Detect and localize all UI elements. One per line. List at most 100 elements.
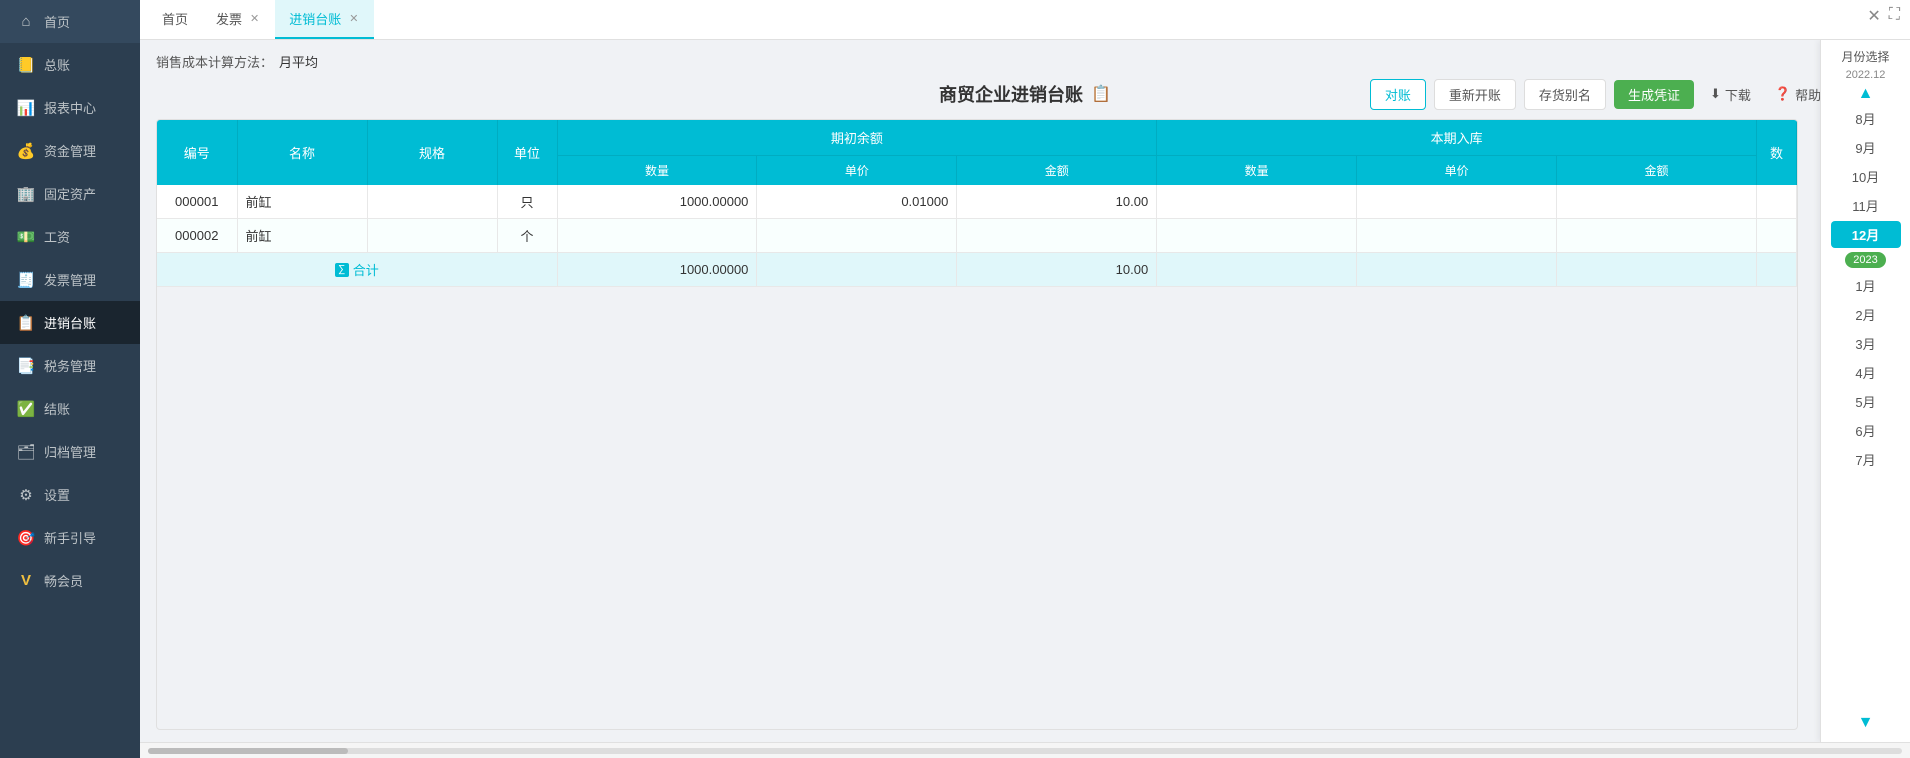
maximize-button[interactable]: ⛶	[1889, 6, 1900, 26]
cell-open-qty-1	[557, 219, 757, 253]
generate-voucher-button[interactable]: 生成凭证	[1614, 80, 1694, 109]
cell-name-1: 前缸	[237, 219, 367, 253]
col-unit: 单位	[497, 120, 557, 185]
stock-table: 编号 名称 规格 单位 期初余额 本期入库 数 数量 单价 金额 数量 单价	[157, 120, 1797, 287]
reopen-button[interactable]: 重新开账	[1434, 79, 1516, 110]
tab-bar: 首页 发票 ✕ 进销台账 ✕	[140, 0, 1910, 40]
main-area: 首页 发票 ✕ 进销台账 ✕ 销售成本计算方法： 月平均 商贸企业进销台账 📋 …	[140, 0, 1910, 758]
tab-invoice-close[interactable]: ✕	[248, 12, 261, 25]
cell-open-price-0: 0.01000	[757, 185, 957, 219]
info-bar: 销售成本计算方法： 月平均	[156, 52, 1894, 71]
salary-icon: 💵	[16, 228, 36, 246]
cell-name-0: 前缸	[237, 185, 367, 219]
sidebar-item-home[interactable]: ⌂ 首页	[0, 0, 140, 43]
col-in-qty: 数量	[1157, 156, 1357, 186]
sidebar-item-archive[interactable]: 🗂 归档管理	[0, 430, 140, 473]
sidebar-item-closing[interactable]: ✅ 结账	[0, 387, 140, 430]
col-open-qty: 数量	[557, 156, 757, 186]
tax-icon: 📑	[16, 357, 36, 375]
sidebar-item-salary[interactable]: 💵 工资	[0, 215, 140, 258]
month-item-12[interactable]: 12月	[1831, 221, 1901, 248]
tab-stock-ledger-close[interactable]: ✕	[347, 12, 360, 25]
cell-in-price-1	[1357, 219, 1557, 253]
cost-method-label: 销售成本计算方法：	[156, 52, 273, 71]
stock-ledger-icon: 📋	[16, 314, 36, 332]
save-alias-button[interactable]: 存货别名	[1524, 79, 1606, 110]
tab-home[interactable]: 首页	[148, 0, 202, 39]
tab-stock-ledger[interactable]: 进销台账 ✕	[275, 0, 374, 39]
cost-method-value: 月平均	[279, 52, 318, 71]
title-bar: 商贸企业进销台账 📋 对账 重新开账 存货别名 生成凭证 ⬇ 下载 ❓ 帮助 ↻	[156, 81, 1894, 107]
sidebar-item-stock-ledger[interactable]: 📋 进销台账	[0, 301, 140, 344]
col-group-inbound: 本期入库	[1157, 120, 1757, 156]
month-item-11[interactable]: 11月	[1831, 192, 1901, 219]
sidebar-item-funds[interactable]: 💰 资金管理	[0, 129, 140, 172]
summary-in-price	[1357, 253, 1557, 287]
scrollbar-thumb[interactable]	[148, 748, 348, 754]
summary-in-amount	[1557, 253, 1757, 287]
month-item-10[interactable]: 10月	[1831, 163, 1901, 190]
month-list: 8月 9月 10月 11月 12月 2023 1月 2月 3月 4月 5月 6月…	[1821, 105, 1910, 712]
download-icon: ⬇	[1710, 86, 1721, 102]
tab-invoice[interactable]: 发票 ✕	[202, 0, 275, 39]
summary-in-qty	[1157, 253, 1357, 287]
vip-icon: V	[16, 572, 36, 589]
table-row: 000001 前缸 只 1000.00000 0.01000 10.00	[157, 185, 1797, 219]
month-item-6[interactable]: 6月	[1831, 417, 1901, 444]
sidebar-item-guide[interactable]: 🎯 新手引导	[0, 516, 140, 559]
reconcile-button[interactable]: 对账	[1370, 79, 1426, 110]
cell-more-1	[1757, 219, 1797, 253]
month-scroll-down[interactable]: ▼	[1858, 712, 1874, 734]
cell-in-qty-0	[1157, 185, 1357, 219]
cell-in-price-0	[1357, 185, 1557, 219]
summary-open-amount: 10.00	[957, 253, 1157, 287]
month-scroll-up[interactable]: ▲	[1858, 83, 1874, 105]
month-item-7[interactable]: 7月	[1831, 446, 1901, 473]
table-wrapper: 编号 名称 规格 单位 期初余额 本期入库 数 数量 单价 金额 数量 单价	[156, 119, 1798, 730]
summary-open-qty: 1000.00000	[557, 253, 757, 287]
month-item-9[interactable]: 9月	[1831, 134, 1901, 161]
year-badge-2023: 2023	[1845, 252, 1885, 268]
month-item-4[interactable]: 4月	[1831, 359, 1901, 386]
download-button[interactable]: ⬇ 下载	[1702, 80, 1759, 109]
cell-spec-0	[367, 185, 497, 219]
col-name: 名称	[237, 120, 367, 185]
month-item-8[interactable]: 8月	[1831, 105, 1901, 132]
bottom-bar	[140, 742, 1910, 758]
table-body: 000001 前缸 只 1000.00000 0.01000 10.00 000…	[157, 185, 1797, 287]
summary-open-price	[757, 253, 957, 287]
sidebar-item-vip[interactable]: V 畅会员	[0, 559, 140, 602]
month-panel-title: 月份选择	[1841, 48, 1889, 65]
month-item-3[interactable]: 3月	[1831, 330, 1901, 357]
title-icon: 📋	[1091, 84, 1111, 104]
sidebar: ⌂ 首页 📒 总账 📊 报表中心 💰 资金管理 🏢 固定资产 💵 工资 🧾 发票…	[0, 0, 140, 758]
sum-icon: ∑	[335, 263, 349, 277]
cell-open-qty-0: 1000.00000	[557, 185, 757, 219]
cell-spec-1	[367, 219, 497, 253]
scrollbar-track[interactable]	[148, 748, 1902, 754]
sidebar-item-assets[interactable]: 🏢 固定资产	[0, 172, 140, 215]
month-item-1[interactable]: 1月	[1831, 272, 1901, 299]
sidebar-item-invoice-mgmt[interactable]: 🧾 发票管理	[0, 258, 140, 301]
cell-more-0	[1757, 185, 1797, 219]
col-code: 编号	[157, 120, 237, 185]
month-item-5[interactable]: 5月	[1831, 388, 1901, 415]
reports-icon: 📊	[16, 99, 36, 117]
sidebar-item-ledger[interactable]: 📒 总账	[0, 43, 140, 86]
cell-open-amount-0: 10.00	[957, 185, 1157, 219]
guide-icon: 🎯	[16, 529, 36, 547]
cell-unit-0: 只	[497, 185, 557, 219]
year-label: 2022.12	[1846, 69, 1886, 81]
cell-in-amount-0	[1557, 185, 1757, 219]
ledger-icon: 📒	[16, 56, 36, 74]
col-group-opening: 期初余额	[557, 120, 1157, 156]
close-button[interactable]: ✕	[1867, 6, 1880, 26]
table-header-group1: 编号 名称 规格 单位 期初余额 本期入库 数	[157, 120, 1797, 156]
sidebar-item-tax[interactable]: 📑 税务管理	[0, 344, 140, 387]
month-item-2[interactable]: 2月	[1831, 301, 1901, 328]
summary-row: ∑ 合计 1000.00000 10.00	[157, 253, 1797, 287]
help-icon: ❓	[1775, 86, 1791, 102]
page-title: 商贸企业进销台账 📋	[939, 81, 1111, 107]
sidebar-item-settings[interactable]: ⚙ 设置	[0, 473, 140, 516]
sidebar-item-reports[interactable]: 📊 报表中心	[0, 86, 140, 129]
